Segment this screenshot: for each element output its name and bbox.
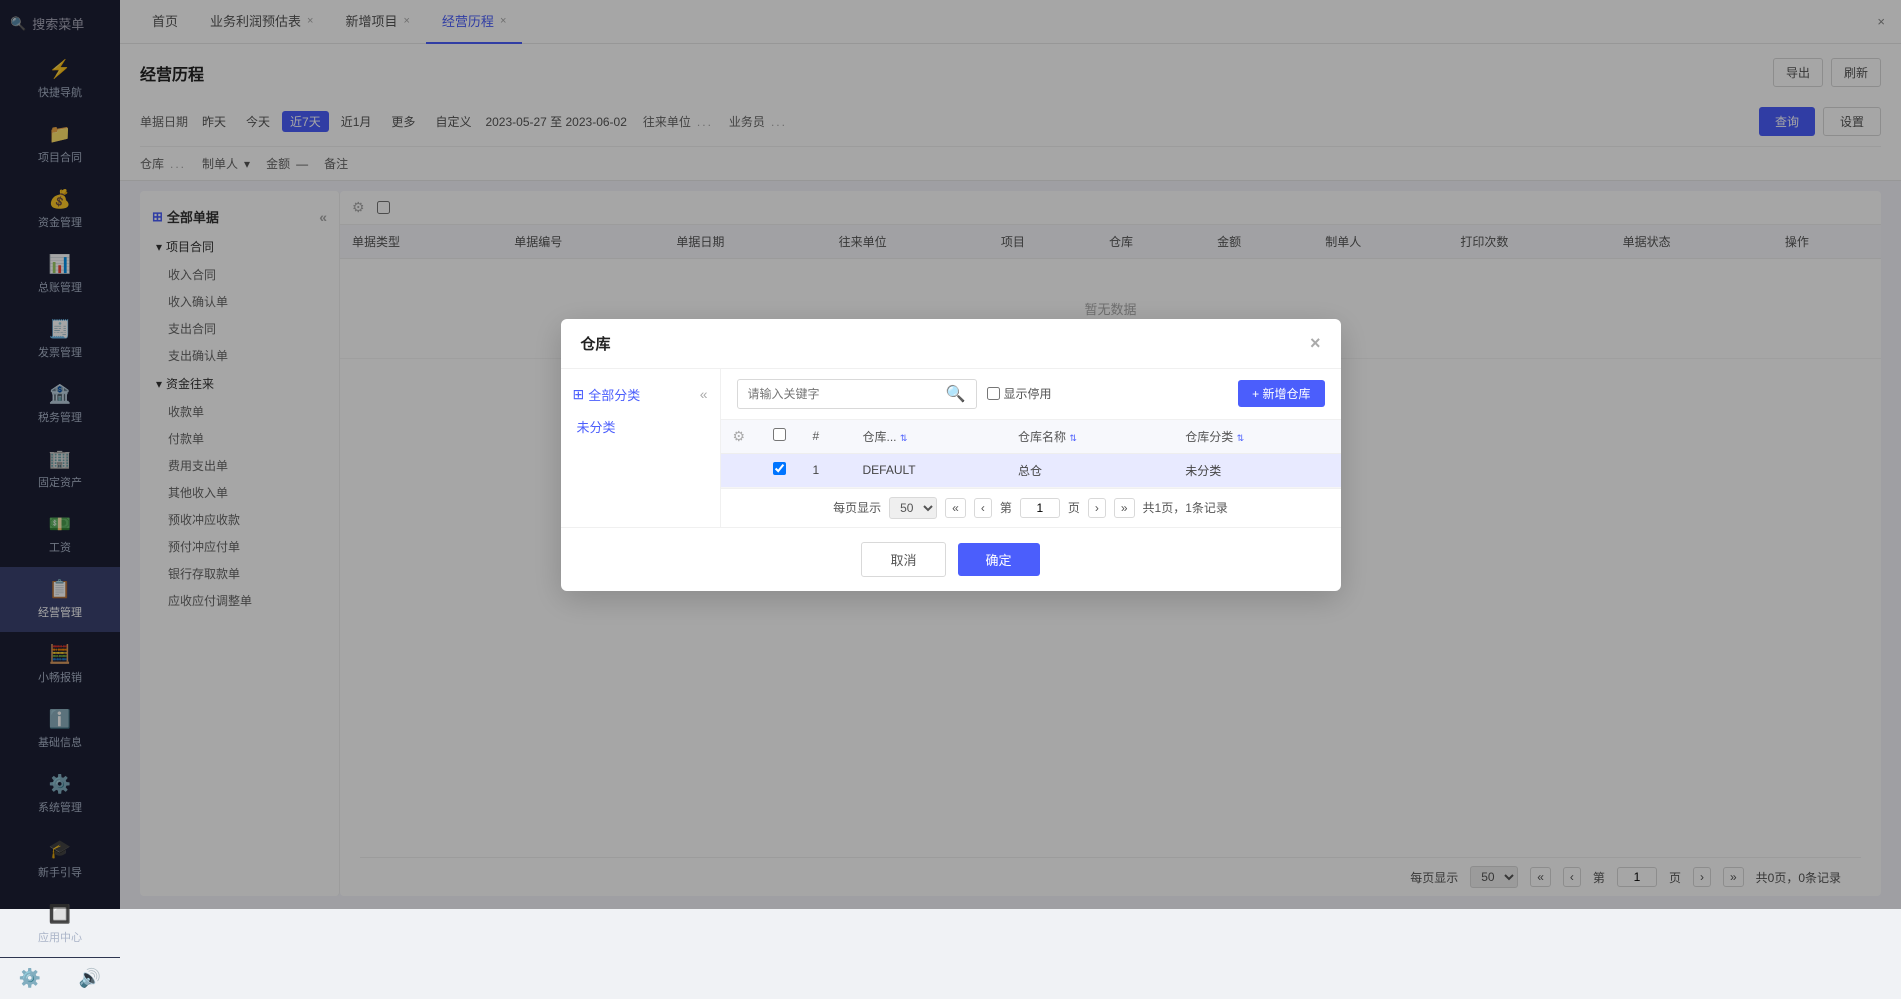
row-name: 总仓 [1006,453,1173,487]
code-sort-icon: ⇅ [900,433,908,443]
modal-confirm-button[interactable]: 确定 [958,543,1040,576]
show-disabled-text: 显示停用 [1004,385,1052,402]
modal-prev-page-btn[interactable]: ‹ [974,498,992,518]
modal-page-label: 第 [1000,499,1012,516]
modal-last-page-btn[interactable]: » [1114,498,1135,518]
modal-table-area: ⚙ # 仓库... ⇅ [721,420,1341,488]
name-sort-icon: ⇅ [1069,433,1077,443]
modal-col-code[interactable]: 仓库... ⇅ [851,420,1007,454]
grid-icon2: ⊞ [573,386,585,403]
modal-col-name[interactable]: 仓库名称 ⇅ [1006,420,1173,454]
modal-table: ⚙ # 仓库... ⇅ [721,420,1341,488]
modal-col-gear: ⚙ [721,420,761,454]
add-warehouse-button[interactable]: + 新增仓库 [1238,380,1324,407]
show-disabled-checkbox[interactable] [987,387,1000,400]
modal-total-info: 共1页，1条记录 [1143,499,1228,516]
modal-first-page-btn[interactable]: « [945,498,966,518]
modal-left-panel: ⊞ 全部分类 « 未分类 [561,369,721,527]
sidebar-bottom: ⚙️ 🔊 [0,957,120,999]
sidebar-item-label: 应用中心 [38,929,82,945]
row-gear [721,453,761,487]
modal-col-no: # [801,420,851,454]
modal-right-panel: 🔍 显示停用 + 新增仓库 ⚙ [721,369,1341,527]
modal-left-all-label[interactable]: 全部分类 [588,385,640,404]
modal-page-size-select[interactable]: 50 [889,497,937,519]
modal-table-row[interactable]: 1 DEFAULT 总仓 未分类 [721,453,1341,487]
sound-icon[interactable]: 🔊 [79,968,101,989]
modal-next-page-btn[interactable]: › [1088,498,1106,518]
modal-gear-icon[interactable]: ⚙ [733,428,746,444]
row-checkbox[interactable] [773,462,786,475]
warehouse-modal: 仓库 × ⊞ 全部分类 « 未分类 [561,319,1341,591]
modal-overlay[interactable]: 仓库 × ⊞ 全部分类 « 未分类 [0,0,1901,909]
row-code: DEFAULT [851,453,1007,487]
modal-pagination: 每页显示 50 « ‹ 第 页 › » 共1页，1条记录 [721,488,1341,527]
modal-close-btn[interactable]: × [1310,333,1321,354]
settings-icon[interactable]: ⚙️ [19,968,41,989]
modal-left-item-unclassified[interactable]: 未分类 [561,410,720,443]
modal-page-unit: 页 [1068,499,1080,516]
modal-title: 仓库 [581,333,611,354]
category-sort-icon: ⇅ [1237,433,1245,443]
row-check[interactable] [761,453,801,487]
show-disabled-label[interactable]: 显示停用 [987,385,1052,402]
modal-search-icon[interactable]: 🔍 [946,384,966,404]
row-category: 未分类 [1173,453,1340,487]
modal-footer-btns: 取消 确定 [561,527,1341,591]
modal-cancel-button[interactable]: 取消 [861,542,945,577]
modal-left-item-label: 未分类 [577,420,616,435]
modal-search-input[interactable] [748,387,940,401]
modal-toolbar: 🔍 显示停用 + 新增仓库 [721,369,1341,420]
modal-search-box[interactable]: 🔍 [737,379,977,409]
modal-left-collapse-btn[interactable]: « [700,386,708,402]
modal-header: 仓库 × [561,319,1341,369]
modal-select-all[interactable] [773,428,786,441]
modal-left-header: ⊞ 全部分类 « [561,379,720,410]
modal-page-input[interactable] [1020,498,1060,518]
modal-body: ⊞ 全部分类 « 未分类 🔍 [561,369,1341,527]
row-no: 1 [801,453,851,487]
modal-col-category[interactable]: 仓库分类 ⇅ [1173,420,1340,454]
modal-page-size-label: 每页显示 [833,499,881,516]
modal-col-check [761,420,801,454]
